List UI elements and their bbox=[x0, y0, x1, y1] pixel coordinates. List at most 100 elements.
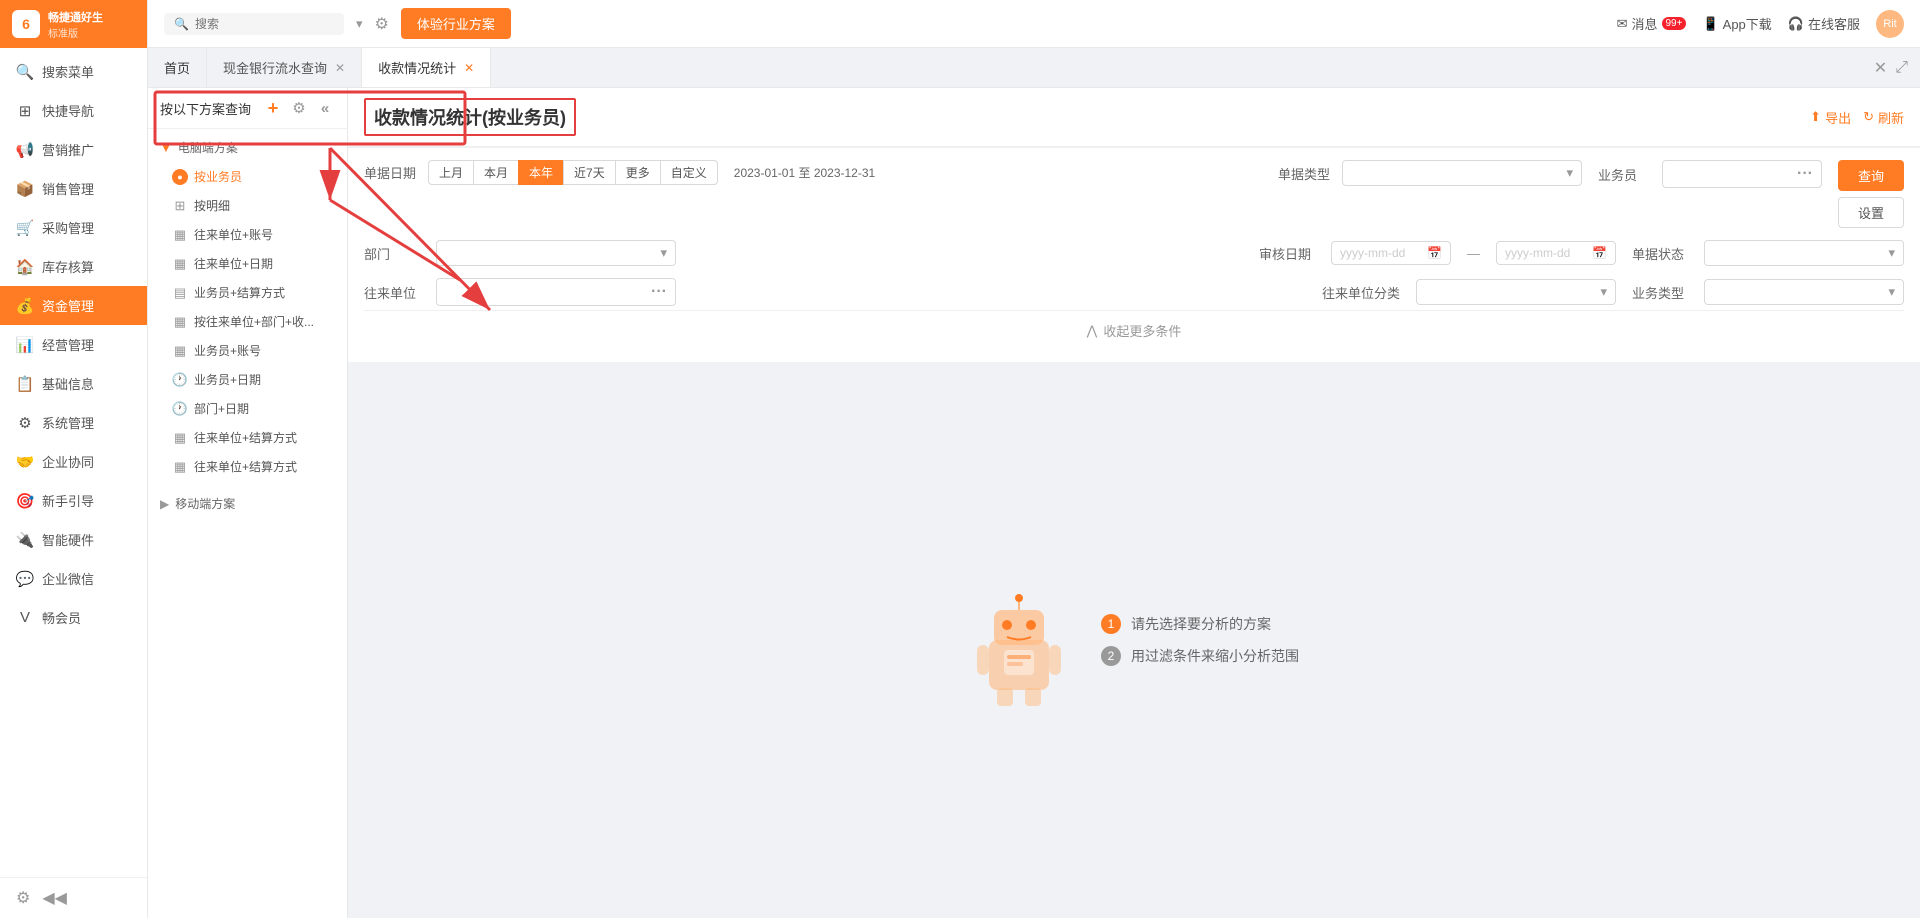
inventory-icon: 🏠 bbox=[16, 258, 34, 276]
tree-category-desktop[interactable]: ▼ 电脑端方案 bbox=[148, 133, 347, 162]
scheme-settings-button[interactable]: ⚙ bbox=[289, 98, 309, 118]
dept-select[interactable]: ▾ bbox=[436, 240, 676, 266]
user-avatar[interactable]: Rit bbox=[1876, 10, 1904, 38]
sidebar-item-quicknav[interactable]: ⊞ 快捷导航 bbox=[0, 91, 147, 130]
tree-item-partner-date[interactable]: ▦ 往来单位+日期 bbox=[148, 249, 347, 278]
sidebar-item-purchase[interactable]: 🛒 采购管理 bbox=[0, 208, 147, 247]
partner-category-label: 往来单位分类 bbox=[1322, 283, 1400, 302]
doc-type-select[interactable]: ▾ bbox=[1342, 160, 1582, 186]
audit-date-to[interactable]: yyyy-mm-dd 📅 bbox=[1496, 241, 1616, 265]
audit-date-from[interactable]: yyyy-mm-dd 📅 bbox=[1331, 241, 1451, 265]
date-tab-custom[interactable]: 自定义 bbox=[660, 160, 718, 185]
date-tab-last7[interactable]: 近7天 bbox=[563, 160, 615, 185]
sidebar-item-finance[interactable]: 💰 资金管理 bbox=[0, 286, 147, 325]
sidebar-item-system[interactable]: ⚙ 系统管理 bbox=[0, 403, 147, 442]
sidebar-item-member[interactable]: V 畅会员 bbox=[0, 598, 147, 637]
tab-bank-close[interactable]: ✕ bbox=[335, 61, 345, 75]
search-input[interactable] bbox=[195, 17, 315, 31]
sidebar-item-sales[interactable]: 📦 销售管理 bbox=[0, 169, 147, 208]
add-scheme-button[interactable]: + bbox=[263, 98, 283, 118]
settings-button[interactable]: 设置 bbox=[1838, 197, 1904, 228]
quicknav-icon: ⊞ bbox=[16, 102, 34, 120]
tree-item-dept-date[interactable]: 🕐 部门+日期 bbox=[148, 394, 347, 423]
sidebar-item-enterprise[interactable]: 🤝 企业协同 bbox=[0, 442, 147, 481]
messages-button[interactable]: ✉ 消息 99+ bbox=[1617, 14, 1687, 33]
marketing-icon: 📢 bbox=[16, 141, 34, 159]
message-badge: 99+ bbox=[1662, 17, 1687, 30]
doc-type-arrow: ▾ bbox=[1566, 165, 1573, 181]
settings-footer-icon[interactable]: ⚙ bbox=[16, 888, 30, 908]
message-icon: ✉ bbox=[1617, 16, 1628, 32]
sidebar-item-wechat[interactable]: 💬 企业微信 bbox=[0, 559, 147, 598]
tree-item-partner-account[interactable]: ▦ 往来单位+账号 bbox=[148, 220, 347, 249]
partner-more-icon[interactable]: ··· bbox=[651, 283, 667, 301]
query-button[interactable]: 查询 bbox=[1838, 160, 1904, 191]
collapse-icon: ⋀ bbox=[1087, 323, 1098, 339]
sidebar-item-search[interactable]: 🔍 搜索菜单 bbox=[0, 52, 147, 91]
tree-item-salesperson-payment[interactable]: ▤ 业务员+结算方式 bbox=[148, 278, 347, 307]
basic-icon: 📋 bbox=[16, 375, 34, 393]
sidebar-footer: ⚙ ◀◀ bbox=[0, 877, 147, 918]
sidebar-item-marketing[interactable]: 📢 营销推广 bbox=[0, 130, 147, 169]
panel-collapse-button[interactable]: « bbox=[315, 98, 335, 118]
tree-item-partner-payment3[interactable]: ▦ 往来单位+结算方式 bbox=[148, 452, 347, 481]
tree-category-mobile[interactable]: ▶ 移动端方案 bbox=[148, 489, 347, 518]
partner-select[interactable]: ··· bbox=[436, 278, 676, 306]
salesperson-more-icon[interactable]: ··· bbox=[1797, 165, 1813, 183]
partner-payment3-icon: ▦ bbox=[172, 459, 188, 475]
purchase-icon: 🛒 bbox=[16, 219, 34, 237]
tab-expand-button[interactable]: ⤢ bbox=[1895, 59, 1908, 77]
sidebar-item-basic[interactable]: 📋 基础信息 bbox=[0, 364, 147, 403]
date-tab-last-month[interactable]: 上月 bbox=[428, 160, 473, 185]
salesperson-date-icon: 🕐 bbox=[172, 372, 188, 388]
settings-icon[interactable]: ⚙ bbox=[375, 14, 389, 34]
tree-item-salesperson-account[interactable]: ▦ 业务员+账号 bbox=[148, 336, 347, 365]
doc-status-select[interactable]: ▾ bbox=[1704, 240, 1904, 266]
tree-item-partner-payment2[interactable]: ▦ 往来单位+结算方式 bbox=[148, 423, 347, 452]
tree-item-by-detail[interactable]: ⊞ 按明细 bbox=[148, 191, 347, 220]
date-tab-more[interactable]: 更多 bbox=[615, 160, 660, 185]
tree-expand-icon: ▼ bbox=[160, 141, 172, 155]
member-icon: V bbox=[16, 609, 34, 627]
sidebar-item-business[interactable]: 📊 经营管理 bbox=[0, 325, 147, 364]
export-button[interactable]: ⬆ 导出 bbox=[1810, 108, 1851, 127]
app-download-button[interactable]: 📱 App下载 bbox=[1702, 14, 1771, 33]
partner-category-select[interactable]: ▾ bbox=[1416, 279, 1616, 305]
tree-item-salesperson-date[interactable]: 🕐 业务员+日期 bbox=[148, 365, 347, 394]
empty-tips: 1 请先选择要分析的方案 2 用过滤条件来缩小分析范围 bbox=[1101, 614, 1299, 666]
sidebar-item-inventory[interactable]: 🏠 库存核算 bbox=[0, 247, 147, 286]
right-panel: 收款情况统计(按业务员) ⬆ 导出 ↻ 刷新 bbox=[348, 88, 1920, 918]
date-tab-this-year[interactable]: 本年 bbox=[518, 160, 563, 185]
date-tab-this-month[interactable]: 本月 bbox=[473, 160, 518, 185]
business-type-select[interactable]: ▾ bbox=[1704, 279, 1904, 305]
wechat-icon: 💬 bbox=[16, 570, 34, 588]
tab-bank[interactable]: 现金银行流水查询 ✕ bbox=[207, 48, 362, 87]
salesperson-label: 业务员 bbox=[1598, 165, 1654, 184]
trial-button[interactable]: 体验行业方案 bbox=[401, 8, 511, 39]
dept-label: 部门 bbox=[364, 244, 420, 263]
doc-type-label: 单据类型 bbox=[1278, 164, 1334, 183]
salesperson-select[interactable]: ··· bbox=[1662, 160, 1822, 188]
header-search-box: 🔍 bbox=[164, 13, 344, 35]
online-service-button[interactable]: 🎧 在线客服 bbox=[1788, 14, 1860, 33]
tab-collection-close[interactable]: ✕ bbox=[464, 61, 474, 75]
collapse-footer-icon[interactable]: ◀◀ bbox=[42, 888, 67, 908]
tree-item-partner-dept[interactable]: ▦ 按往来单位+部门+收... bbox=[148, 307, 347, 336]
salesperson-active-icon: ● bbox=[172, 169, 188, 185]
tree-item-by-salesperson[interactable]: ● 按业务员 bbox=[148, 162, 347, 191]
refresh-button[interactable]: ↻ 刷新 bbox=[1863, 108, 1904, 127]
newguide-icon: 🎯 bbox=[16, 492, 34, 510]
sidebar-item-newguide[interactable]: 🎯 新手引导 bbox=[0, 481, 147, 520]
business-type-label: 业务类型 bbox=[1632, 283, 1688, 302]
sidebar-item-hardware[interactable]: 🔌 智能硬件 bbox=[0, 520, 147, 559]
partner-account-icon: ▦ bbox=[172, 227, 188, 243]
tab-close-all-button[interactable]: ✕ bbox=[1874, 58, 1887, 78]
header-dropdown-arrow[interactable]: ▾ bbox=[356, 16, 363, 32]
tree-mobile-expand-icon: ▶ bbox=[160, 497, 169, 511]
calendar-to-icon: 📅 bbox=[1592, 246, 1607, 260]
tab-home[interactable]: 首页 bbox=[148, 48, 207, 87]
collapse-bar[interactable]: ⋀ 收起更多条件 bbox=[364, 310, 1904, 350]
hardware-icon: 🔌 bbox=[16, 531, 34, 549]
date-range-text: 2023-01-01 至 2023-12-31 bbox=[734, 164, 875, 181]
tab-collection[interactable]: 收款情况统计 ✕ bbox=[362, 48, 491, 87]
